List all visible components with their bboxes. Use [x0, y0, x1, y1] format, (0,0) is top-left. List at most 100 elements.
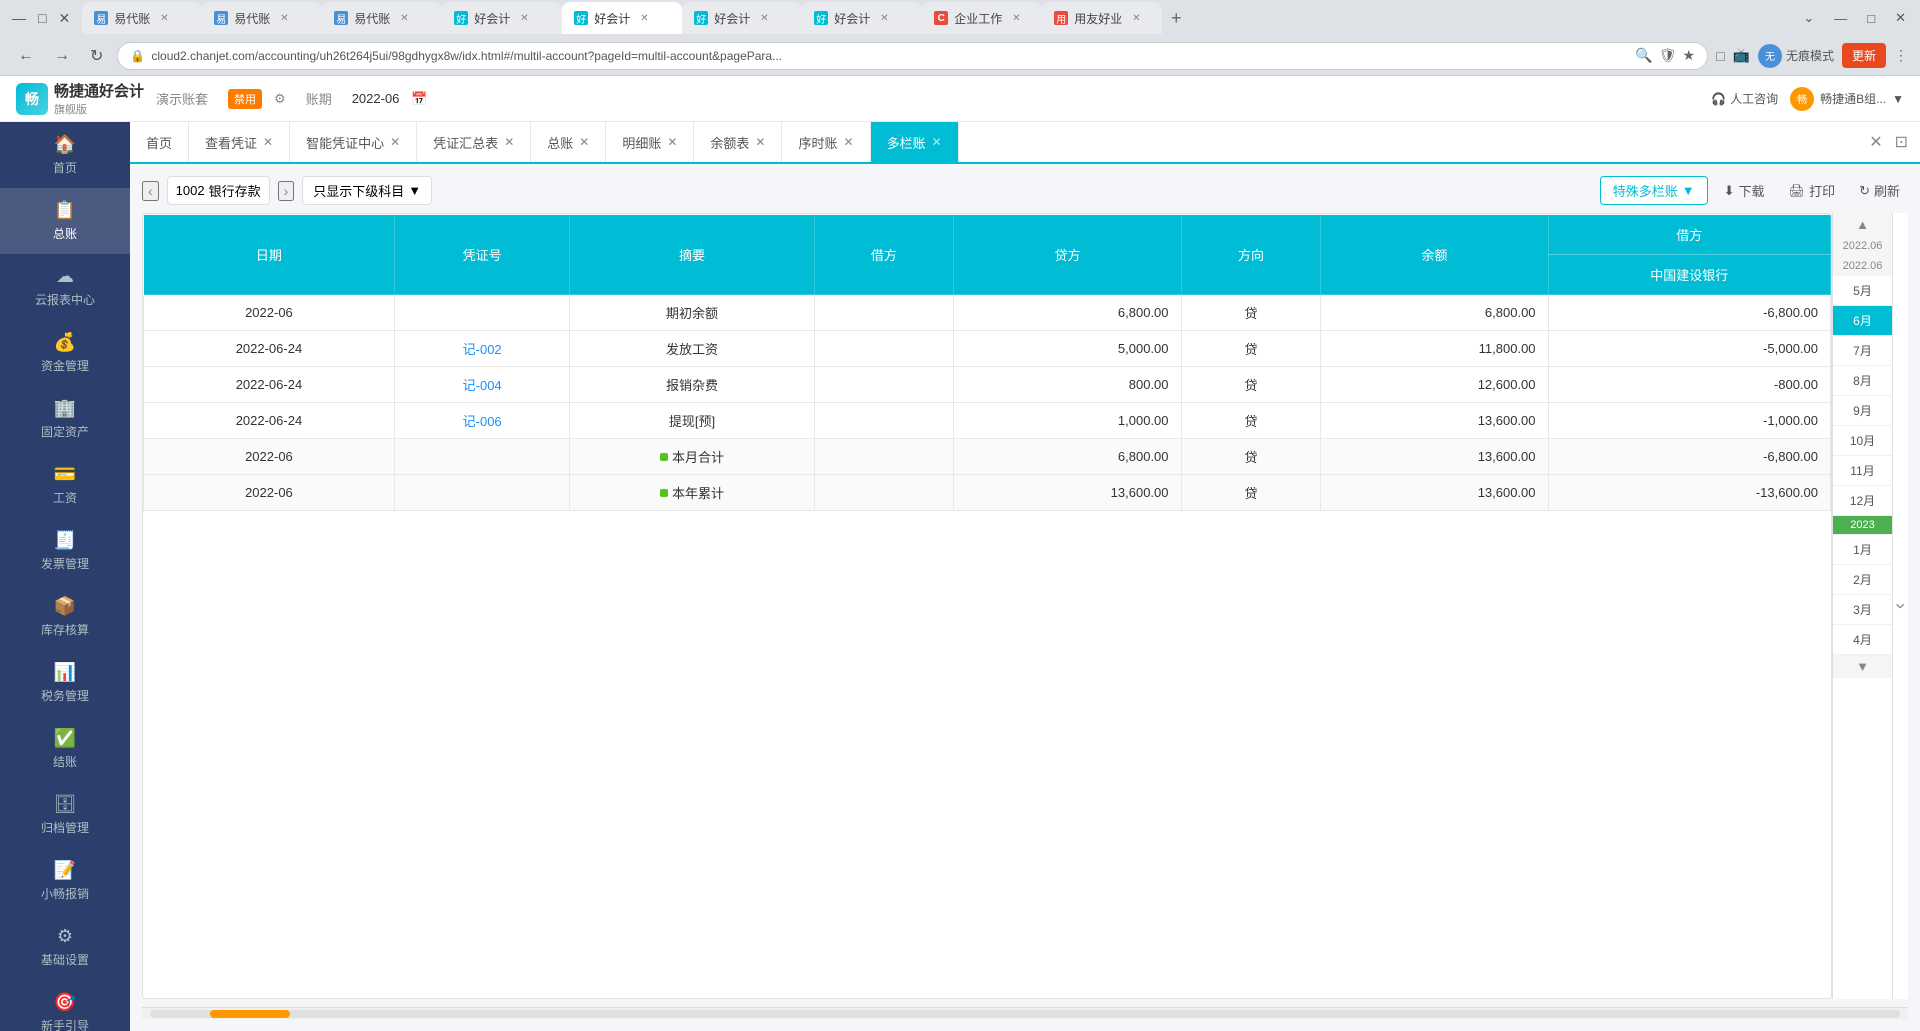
collapse-panel[interactable]: › — [1892, 213, 1908, 999]
forward-button[interactable]: → — [48, 43, 76, 69]
tab-close-icon[interactable]: ✕ — [280, 13, 288, 24]
tab-home[interactable]: 首页 — [130, 122, 189, 163]
sidebar-item-invoice[interactable]: 🧾 发票管理 — [0, 518, 130, 584]
date-month-8[interactable]: 8月 — [1833, 366, 1892, 396]
tab-multi-close-icon[interactable]: ✕ — [932, 135, 942, 149]
new-tab-button[interactable]: + — [1162, 4, 1190, 32]
tab-close-icon[interactable]: ✕ — [160, 13, 168, 24]
date-month-4-2023[interactable]: 4月 — [1833, 625, 1892, 655]
date-month-9[interactable]: 9月 — [1833, 396, 1892, 426]
tab-close-icon[interactable]: ✕ — [400, 13, 408, 24]
sidebar-item-inventory[interactable]: 📦 库存核算 — [0, 584, 130, 650]
tab-close-all-button[interactable]: ✕ — [1865, 128, 1886, 156]
tab-close-icon[interactable]: ✕ — [1132, 13, 1140, 24]
sidebar-item-home[interactable]: 🏠 首页 — [0, 122, 130, 188]
tab-restore-button[interactable]: ⊡ — [1891, 128, 1912, 156]
scroll-down-button[interactable]: ▼ — [1833, 655, 1892, 678]
tab-好会计-active[interactable]: 好 好会计 ✕ — [562, 2, 682, 34]
tab-detail-ledger[interactable]: 明细账 ✕ — [606, 122, 694, 163]
browser-close[interactable]: ✕ — [54, 6, 74, 31]
voucher-link[interactable]: 记-002 — [463, 342, 502, 357]
date-month-12[interactable]: 12月 — [1833, 486, 1892, 516]
sidebar-item-funds[interactable]: 💰 资金管理 — [0, 320, 130, 386]
tab-sequence-ledger[interactable]: 序时账 ✕ — [782, 122, 870, 163]
download-button[interactable]: ⬇ 下载 — [1716, 177, 1773, 204]
date-month-11[interactable]: 11月 — [1833, 456, 1892, 486]
voucher-link[interactable]: 记-006 — [463, 414, 502, 429]
date-month-6[interactable]: 6月 — [1833, 306, 1892, 336]
date-month-1-2023[interactable]: 1月 — [1833, 535, 1892, 565]
tab-close-icon[interactable]: ✕ — [1012, 13, 1020, 24]
tab-sequence-close-icon[interactable]: ✕ — [844, 135, 854, 149]
account-selector[interactable]: 1002 银行存款 — [167, 176, 270, 205]
refresh-button[interactable]: ↻ 刷新 — [1851, 177, 1908, 204]
prev-account-button[interactable]: ‹ — [142, 181, 159, 201]
sidebar-item-ledger[interactable]: 📋 总账 — [0, 188, 130, 254]
sidebar-item-assets[interactable]: 🏢 固定资产 — [0, 386, 130, 452]
tab-voucher-summary[interactable]: 凭证汇总表 ✕ — [417, 122, 531, 163]
sidebar-item-expense[interactable]: 📝 小畅报销 — [0, 848, 130, 914]
minimize-window-button[interactable]: — — [1828, 8, 1853, 29]
user-info[interactable]: 畅 畅捷通B组... ▼ — [1790, 87, 1904, 111]
reload-button[interactable]: ↻ — [84, 42, 109, 70]
tab-general-ledger[interactable]: 总账 ✕ — [531, 122, 606, 163]
sidebar-item-settings[interactable]: ⚙ 基础设置 — [0, 914, 130, 980]
sidebar-item-settle[interactable]: ✅ 结账 — [0, 716, 130, 782]
consult-button[interactable]: 🎧 人工咨询 — [1711, 90, 1778, 107]
date-month-7[interactable]: 7月 — [1833, 336, 1892, 366]
tab-list-button[interactable]: ⌄ — [1797, 7, 1820, 29]
next-account-button[interactable]: › — [278, 181, 295, 201]
date-month-5[interactable]: 5月 — [1833, 276, 1892, 306]
special-multicolumn-button[interactable]: 特殊多栏账 ▼ — [1600, 176, 1708, 205]
filter-select[interactable]: 只显示下级科目 ▼ — [302, 176, 432, 205]
print-button[interactable]: 🖨 打印 — [1781, 177, 1844, 204]
tab-易代账-3[interactable]: 易 易代账 ✕ — [322, 2, 442, 34]
tab-multi-column[interactable]: 多栏账 ✕ — [871, 122, 959, 163]
tab-balance-close-icon[interactable]: ✕ — [755, 135, 765, 149]
tab-detail-close-icon[interactable]: ✕ — [667, 135, 677, 149]
close-window-button[interactable]: ✕ — [1889, 7, 1912, 29]
tab-close-icon[interactable]: ✕ — [640, 13, 648, 24]
date-month-10[interactable]: 10月 — [1833, 426, 1892, 456]
sidebar-item-salary[interactable]: 💳 工资 — [0, 452, 130, 518]
tab-general-close-icon[interactable]: ✕ — [579, 135, 589, 149]
sidebar-item-tax[interactable]: 📊 税务管理 — [0, 650, 130, 716]
tab-voucher-view[interactable]: 查看凭证 ✕ — [189, 122, 290, 163]
scroll-up-button[interactable]: ▲ — [1833, 213, 1892, 236]
tab-summary-close-icon[interactable]: ✕ — [504, 135, 514, 149]
sidebar-item-guide[interactable]: 🎯 新手引导 — [0, 980, 130, 1031]
more-icon[interactable]: ⋮ — [1894, 47, 1908, 64]
back-button[interactable]: ← — [12, 43, 40, 69]
tab-易代账-2[interactable]: 易 易代账 ✕ — [202, 2, 322, 34]
tab-smart-close-icon[interactable]: ✕ — [390, 135, 400, 149]
browser-minimize[interactable]: — — [8, 6, 30, 30]
browser-maximize[interactable]: □ — [34, 6, 50, 30]
tab-易代账-1[interactable]: 易 易代账 ✕ — [82, 2, 202, 34]
date-month-2-2023[interactable]: 2月 — [1833, 565, 1892, 595]
sidebar-item-reports[interactable]: ☁ 云报表中心 — [0, 254, 130, 320]
tab-voucher-close-icon[interactable]: ✕ — [263, 135, 273, 149]
tab-smart-voucher[interactable]: 智能凭证中心 ✕ — [290, 122, 417, 163]
tab-close-icon[interactable]: ✕ — [760, 13, 768, 24]
tab-close-icon[interactable]: ✕ — [880, 13, 888, 24]
restore-window-button[interactable]: □ — [1861, 8, 1881, 29]
tab-好会计-4[interactable]: 好 好会计 ✕ — [802, 2, 922, 34]
tab-用友好业[interactable]: 用 用友好业 ✕ — [1042, 2, 1162, 34]
profile-button[interactable]: 无 无痕模式 — [1758, 44, 1834, 68]
update-button[interactable]: 更新 — [1842, 43, 1886, 68]
date-month-3-2023[interactable]: 3月 — [1833, 595, 1892, 625]
tab-企业工作[interactable]: C 企业工作 ✕ — [922, 2, 1042, 34]
tab-好会计-3[interactable]: 好 好会计 ✕ — [682, 2, 802, 34]
sidebar-item-archive[interactable]: 🗄 归档管理 — [0, 782, 130, 848]
settings-icon[interactable]: ⚙ — [274, 91, 286, 107]
sidebar-label-tax: 税务管理 — [41, 687, 89, 704]
voucher-link[interactable]: 记-004 — [463, 378, 502, 393]
tab-好会计-1[interactable]: 好 好会计 ✕ — [442, 2, 562, 34]
col-credit: 贷方 — [954, 215, 1181, 295]
calendar-icon[interactable]: 📅 — [411, 91, 427, 107]
tab-balance-sheet[interactable]: 余额表 ✕ — [694, 122, 782, 163]
bottom-scrollbar[interactable] — [142, 1007, 1908, 1019]
date-year-2022-bot: 2022.06 — [1833, 256, 1892, 276]
url-bar[interactable]: 🔒 cloud2.chanjet.com/accounting/uh26t264… — [117, 42, 1708, 70]
tab-close-icon[interactable]: ✕ — [520, 13, 528, 24]
